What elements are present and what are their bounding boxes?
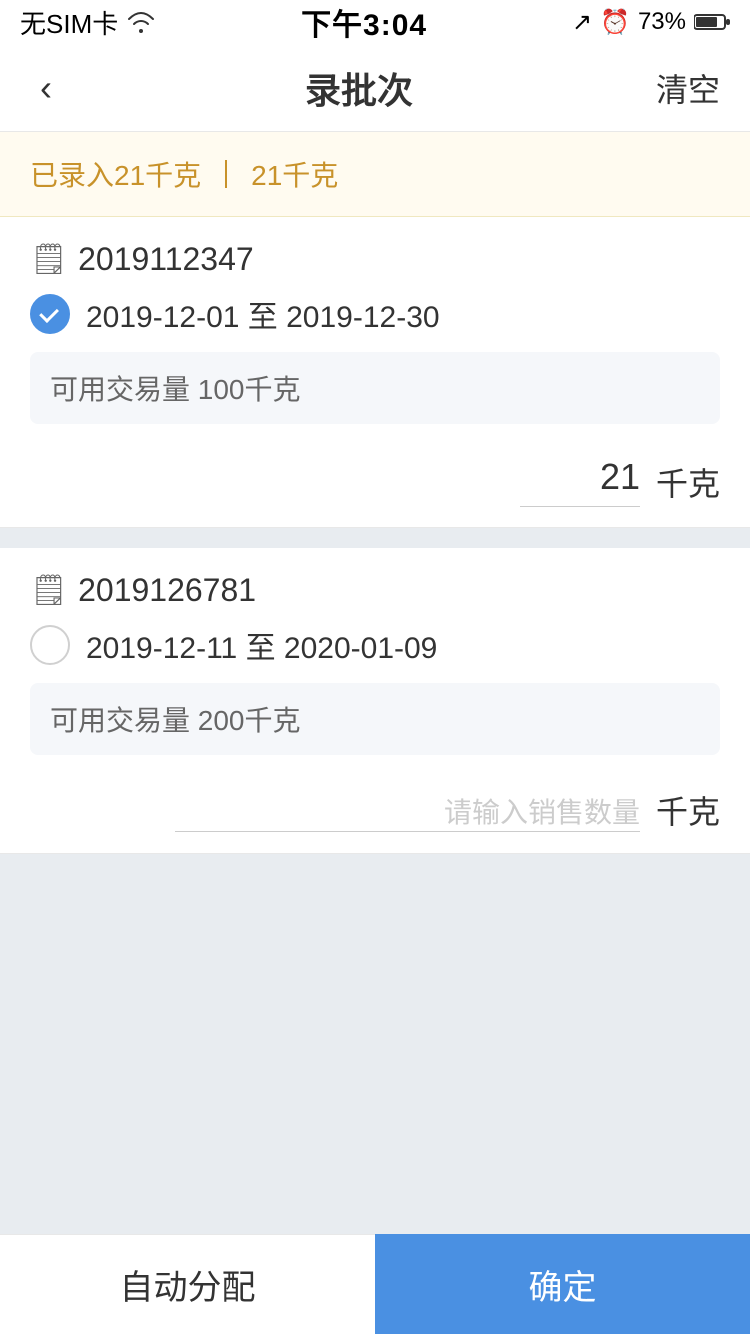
auto-distribute-button[interactable]: 自动分配 [0,1234,375,1334]
batch-item-1: 🗒 2019112347 2019-12-01 至 2019-12-30 可用交… [0,217,750,424]
batch-1-id: 2019112347 [78,241,254,278]
nav-bar: ‹ 录批次 清空 [0,44,750,132]
batch-2-header: 🗒 2019126781 [30,572,720,609]
summary-banner: 已录入21千克 21千克 [0,132,750,217]
batch-2-date: 2019-12-11 至 2020-01-09 [86,623,437,667]
batch-2-qty-unit: 千克 [656,787,720,833]
status-left: 无SIM卡 [20,4,156,41]
batch-1-qty-value: 21 [600,456,640,498]
back-button[interactable]: ‹ [30,57,62,119]
batch-card-1: 🗒 2019112347 2019-12-01 至 2019-12-30 可用交… [0,217,750,528]
batch-2-qty-row: 千克 [0,771,750,854]
location-icon: ↗ [572,8,592,37]
batch-1-qty-unit: 千克 [656,459,720,505]
page-title: 录批次 [305,62,413,114]
recorded-label: 已录入21千克 [30,154,201,194]
summary-amount: 21千克 [251,154,338,194]
batch-item-2: 🗒 2019126781 2019-12-11 至 2020-01-09 可用交… [0,548,750,755]
batch-2-qty-input[interactable] [175,789,640,832]
batch-1-qty-underline: 21 [520,456,640,507]
batch-2-id: 2019126781 [78,572,256,609]
batch-1-qty-row: 21 千克 [0,440,750,528]
status-bar: 无SIM卡 下午3:04 ↗ ⏰ 73% [0,0,750,44]
footer: 自动分配 确定 [0,1234,750,1334]
batch-2-date-row[interactable]: 2019-12-11 至 2020-01-09 [30,623,720,667]
batch-icon-2: 🗒 [30,573,68,608]
section-divider [0,528,750,548]
batch-1-radio[interactable] [30,294,70,334]
batch-2-available: 可用交易量 200千克 [30,683,720,755]
carrier-label: 无SIM卡 [20,4,118,41]
batch-1-header: 🗒 2019112347 [30,241,720,278]
wifi-icon [126,11,156,33]
batch-icon-1: 🗒 [30,242,68,277]
batch-2-radio[interactable] [30,625,70,665]
batch-1-date: 2019-12-01 至 2019-12-30 [86,292,440,336]
batch-1-date-row[interactable]: 2019-12-01 至 2019-12-30 [30,292,720,336]
status-right: ↗ ⏰ 73% [572,8,730,37]
status-time: 下午3:04 [301,0,427,44]
clear-button[interactable]: 清空 [656,65,720,111]
battery-label: 73% [638,8,686,36]
batch-card-2: 🗒 2019126781 2019-12-11 至 2020-01-09 可用交… [0,548,750,854]
battery-icon [694,13,730,31]
batch-1-available: 可用交易量 100千克 [30,352,720,424]
confirm-button[interactable]: 确定 [375,1234,750,1334]
alarm-icon: ⏰ [600,8,630,37]
batch-2-input-container[interactable] [30,789,640,832]
summary-divider [225,160,227,188]
